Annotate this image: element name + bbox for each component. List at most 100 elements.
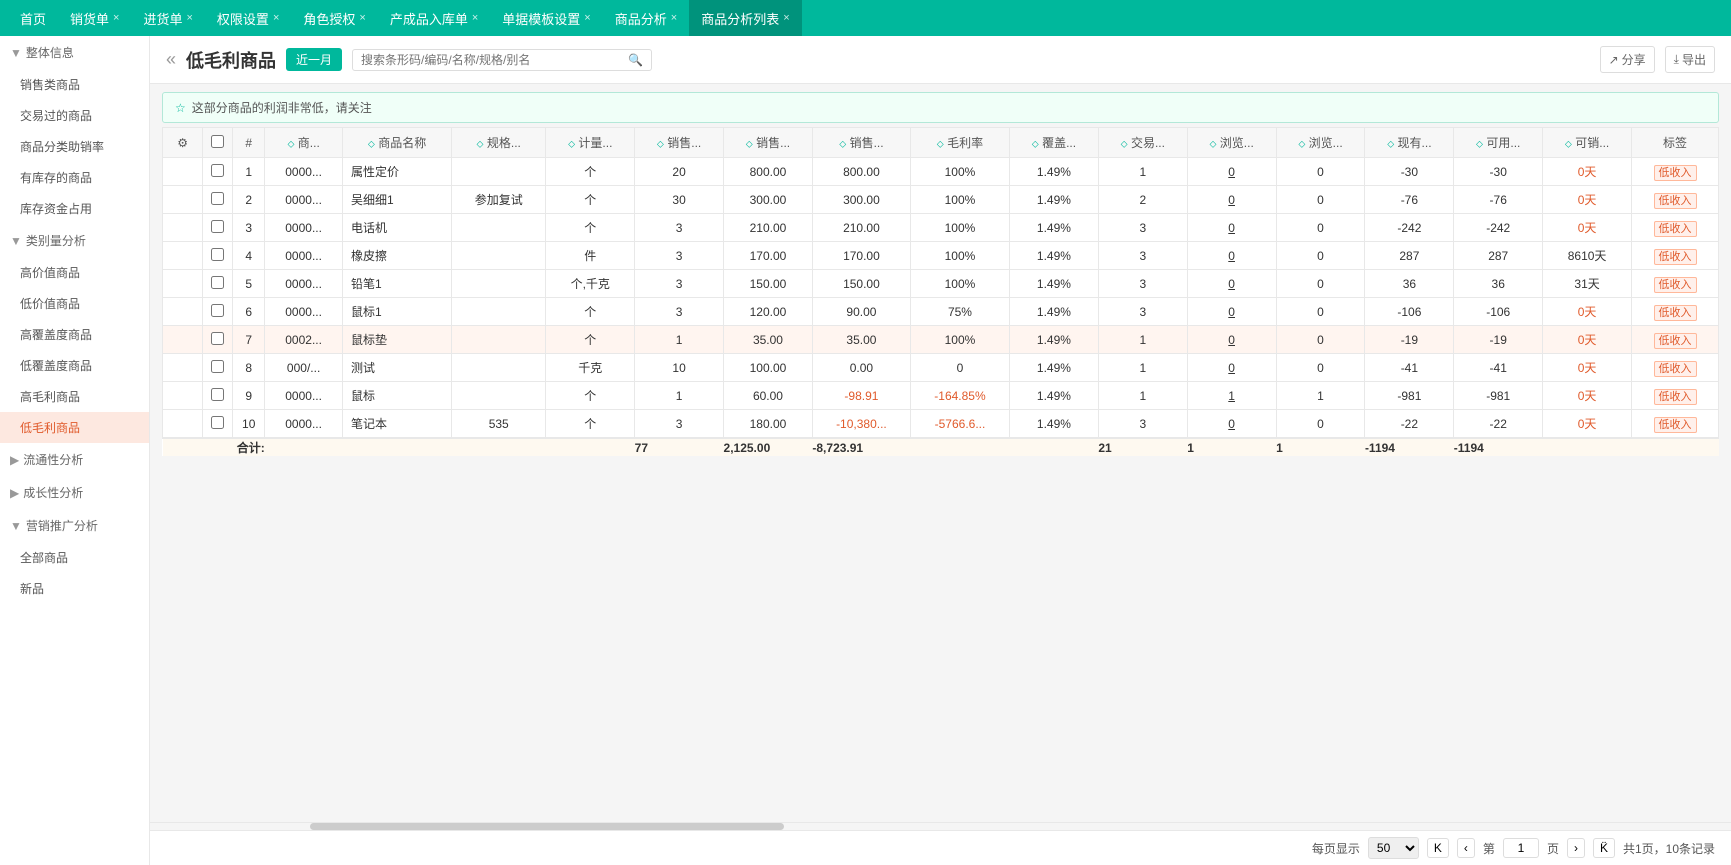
row-settings[interactable] bbox=[163, 410, 203, 439]
first-page-btn[interactable]: K bbox=[1427, 838, 1449, 858]
close-icon[interactable]: × bbox=[113, 12, 119, 24]
checkbox-col-header[interactable] bbox=[203, 128, 233, 158]
browse2-col-header[interactable]: ⬦ 浏览... bbox=[1276, 128, 1365, 158]
current-stock-col-header[interactable]: ⬦ 现有... bbox=[1365, 128, 1454, 158]
horizontal-scrollbar[interactable] bbox=[150, 822, 1731, 830]
page-number-input[interactable] bbox=[1503, 838, 1539, 858]
row-settings[interactable] bbox=[163, 270, 203, 298]
spec-col-header[interactable]: ⬦ 规格... bbox=[452, 128, 546, 158]
settings-col-header[interactable]: ⚙ bbox=[163, 128, 203, 158]
row-browse1[interactable]: 0 bbox=[1187, 410, 1276, 439]
row-checkbox[interactable] bbox=[203, 298, 233, 326]
per-page-select[interactable]: 50 10 20 100 bbox=[1368, 837, 1419, 859]
nav-purchase-order[interactable]: 进货单 × bbox=[131, 0, 204, 36]
share-btn[interactable]: ↗ 分享 bbox=[1600, 46, 1655, 73]
trade-count-col-header[interactable]: ⬦ 交易... bbox=[1098, 128, 1187, 158]
sidebar-item-high-margin[interactable]: 高毛利商品 bbox=[0, 381, 149, 412]
sidebar-item-in-stock[interactable]: 有库存的商品 bbox=[0, 162, 149, 193]
row-checkbox[interactable] bbox=[203, 270, 233, 298]
sales-count-col-header[interactable]: ⬦ 销售... bbox=[635, 128, 724, 158]
row-settings[interactable] bbox=[163, 326, 203, 354]
nav-product-entry[interactable]: 产成品入库单 × bbox=[378, 0, 490, 36]
sidebar-group-growth[interactable]: ▶ 成长性分析 bbox=[0, 476, 149, 509]
sidebar-item-low-value[interactable]: 低价值商品 bbox=[0, 288, 149, 319]
close-icon[interactable]: × bbox=[472, 12, 478, 24]
close-icon[interactable]: × bbox=[584, 12, 590, 24]
row-settings[interactable] bbox=[163, 298, 203, 326]
close-icon[interactable]: × bbox=[783, 12, 789, 24]
row-settings[interactable] bbox=[163, 214, 203, 242]
search-icon[interactable]: 🔍 bbox=[628, 53, 643, 67]
close-icon[interactable]: × bbox=[359, 12, 365, 24]
sidebar-item-new-goods[interactable]: 新品 bbox=[0, 573, 149, 604]
row-browse1[interactable]: 0 bbox=[1187, 298, 1276, 326]
row-settings[interactable] bbox=[163, 186, 203, 214]
row-checkbox[interactable] bbox=[203, 214, 233, 242]
gross-margin-col-header[interactable]: ⬦ 毛利率 bbox=[910, 128, 1009, 158]
close-icon[interactable]: × bbox=[273, 12, 279, 24]
row-checkbox[interactable] bbox=[203, 382, 233, 410]
row-settings[interactable] bbox=[163, 354, 203, 382]
prev-page-btn[interactable]: ‹ bbox=[1457, 838, 1475, 858]
sidebar-item-traded-goods[interactable]: 交易过的商品 bbox=[0, 100, 149, 131]
row-settings[interactable] bbox=[163, 382, 203, 410]
sales-profit-col-header[interactable]: ⬦ 销售... bbox=[812, 128, 910, 158]
sidebar-group-circulation[interactable]: ▶ 流通性分析 bbox=[0, 443, 149, 476]
row-settings[interactable] bbox=[163, 242, 203, 270]
row-browse1[interactable]: 0 bbox=[1187, 326, 1276, 354]
select-all-checkbox[interactable] bbox=[211, 135, 224, 148]
sidebar-item-category-assist[interactable]: 商品分类助销率 bbox=[0, 131, 149, 162]
sidebar-item-low-coverage[interactable]: 低覆盖度商品 bbox=[0, 350, 149, 381]
sidebar-item-low-margin[interactable]: 低毛利商品 bbox=[0, 412, 149, 443]
nav-product-analysis[interactable]: 商品分析 × bbox=[603, 0, 689, 36]
close-icon[interactable]: × bbox=[186, 12, 192, 24]
row-sales-count: 10 bbox=[635, 354, 724, 382]
sellable-col-header[interactable]: ⬦ 可销... bbox=[1543, 128, 1632, 158]
row-checkbox[interactable] bbox=[203, 354, 233, 382]
nav-sales-order[interactable]: 销货单 × bbox=[58, 0, 131, 36]
browse1-col-header[interactable]: ⬦ 浏览... bbox=[1187, 128, 1276, 158]
sidebar-group-marketing[interactable]: ▼ 营销推广分析 bbox=[0, 509, 149, 542]
row-checkbox[interactable] bbox=[203, 326, 233, 354]
nav-home[interactable]: 首页 bbox=[8, 0, 58, 36]
unit-col-header[interactable]: ⬦ 计量... bbox=[546, 128, 635, 158]
sidebar-group-category[interactable]: ▼ 类别量分析 bbox=[0, 224, 149, 257]
row-browse1[interactable]: 0 bbox=[1187, 186, 1276, 214]
nav-template-settings[interactable]: 单据模板设置 × bbox=[490, 0, 602, 36]
name-col-header[interactable]: ⬦ 商品名称 bbox=[343, 128, 452, 158]
row-checkbox[interactable] bbox=[203, 158, 233, 186]
code-col-header[interactable]: ⬦ 商... bbox=[265, 128, 343, 158]
available-col-header[interactable]: ⬦ 可用... bbox=[1454, 128, 1543, 158]
sidebar-item-sales-goods[interactable]: 销售类商品 bbox=[0, 69, 149, 100]
row-browse1[interactable]: 0 bbox=[1187, 354, 1276, 382]
date-filter-btn[interactable]: 近一月 bbox=[286, 48, 342, 71]
sidebar-collapse-btn[interactable]: « bbox=[166, 49, 176, 70]
row-browse1[interactable]: 0 bbox=[1187, 214, 1276, 242]
close-icon[interactable]: × bbox=[671, 12, 677, 24]
sidebar-item-high-coverage[interactable]: 高覆盖度商品 bbox=[0, 319, 149, 350]
nav-permissions[interactable]: 权限设置 × bbox=[205, 0, 291, 36]
next-page-btn[interactable]: › bbox=[1567, 838, 1585, 858]
row-browse1[interactable]: 0 bbox=[1187, 242, 1276, 270]
nav-role-auth[interactable]: 角色授权 × bbox=[291, 0, 377, 36]
export-btn[interactable]: ⤓ 导出 bbox=[1665, 46, 1715, 73]
row-browse1[interactable]: 0 bbox=[1187, 270, 1276, 298]
sidebar-group-overall[interactable]: ▼ 整体信息 bbox=[0, 36, 149, 69]
row-browse1[interactable]: 1 bbox=[1187, 382, 1276, 410]
scrollbar-thumb[interactable] bbox=[310, 823, 784, 830]
sales-price-col-header[interactable]: ⬦ 销售... bbox=[724, 128, 813, 158]
last-page-btn[interactable]: K̈ bbox=[1593, 838, 1615, 858]
cover-rate-col-header[interactable]: ⬦ 覆盖... bbox=[1010, 128, 1099, 158]
sidebar-item-all-goods[interactable]: 全部商品 bbox=[0, 542, 149, 573]
search-input[interactable] bbox=[361, 53, 628, 67]
sort-icon: ⬦ bbox=[1209, 139, 1216, 150]
row-checkbox[interactable] bbox=[203, 242, 233, 270]
row-browse1[interactable]: 0 bbox=[1187, 158, 1276, 186]
row-settings[interactable] bbox=[163, 158, 203, 186]
sidebar-item-high-value[interactable]: 高价值商品 bbox=[0, 257, 149, 288]
row-checkbox[interactable] bbox=[203, 410, 233, 439]
nav-product-analysis-list[interactable]: 商品分析列表 × bbox=[689, 0, 801, 36]
sidebar-item-stock-capital[interactable]: 库存资金占用 bbox=[0, 193, 149, 224]
row-code: 0000... bbox=[265, 158, 343, 186]
row-checkbox[interactable] bbox=[203, 186, 233, 214]
